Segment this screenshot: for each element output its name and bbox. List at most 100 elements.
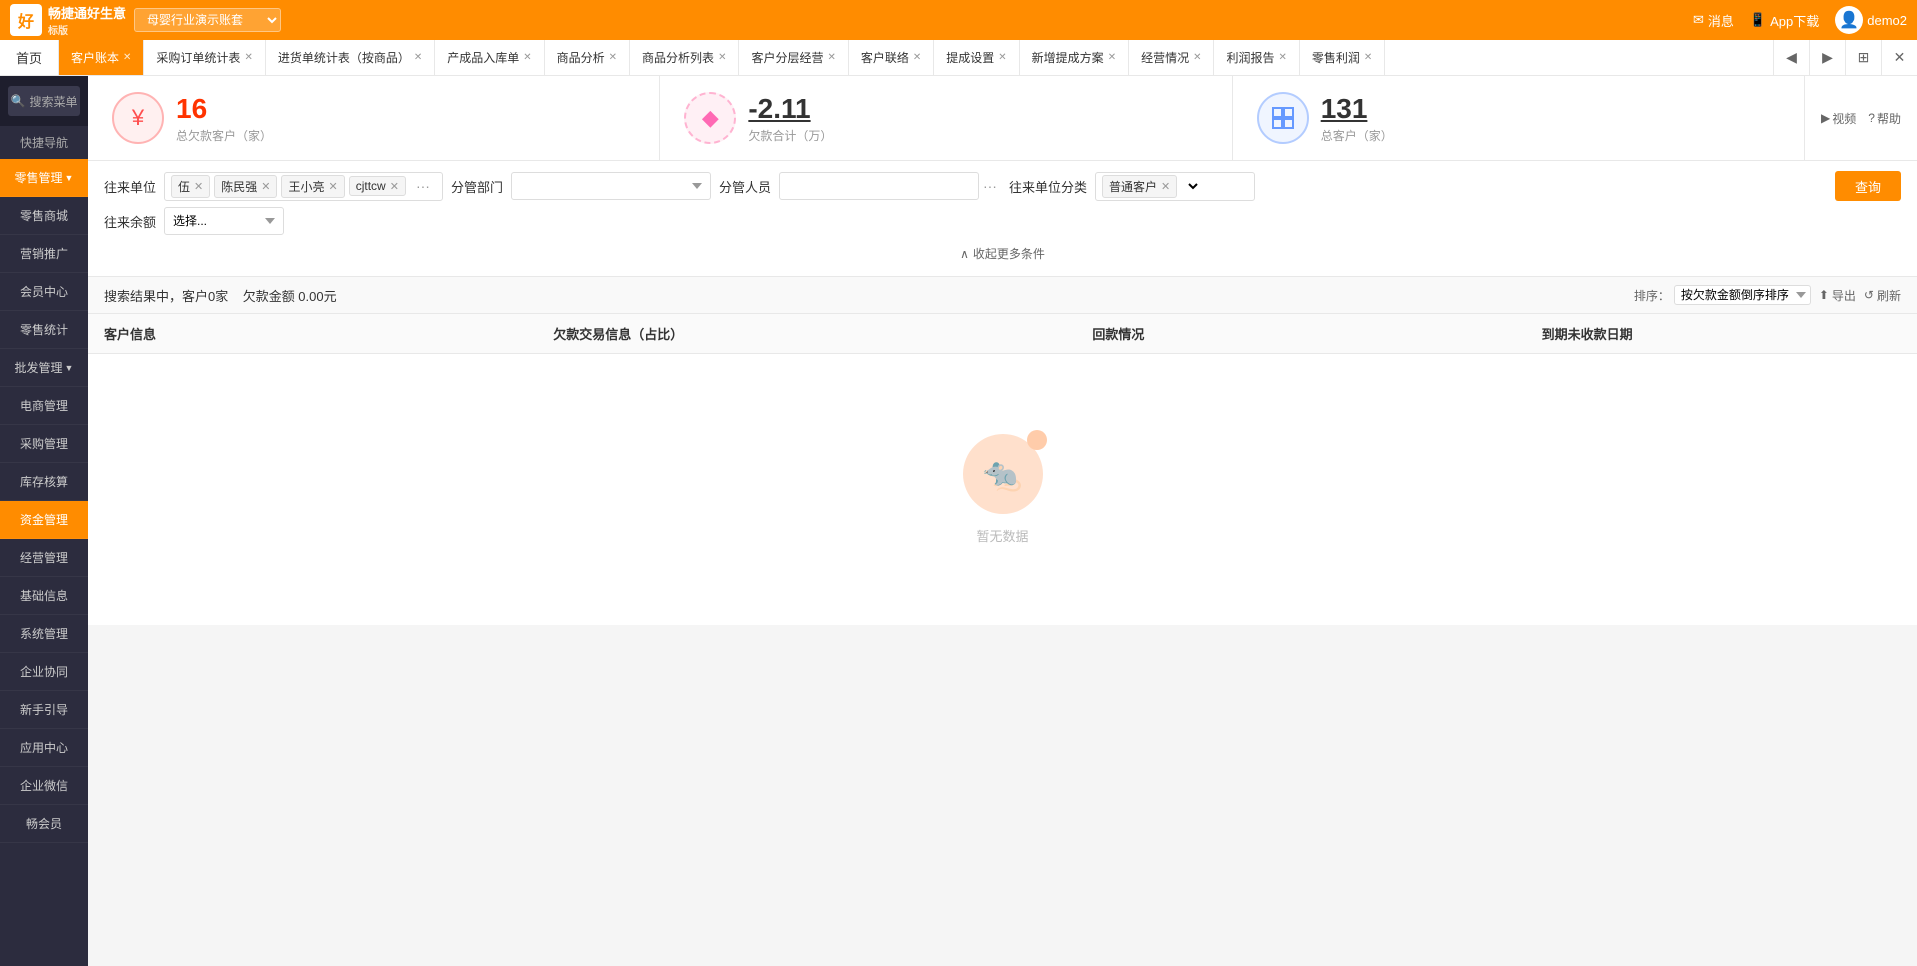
search-icon: 🔍 — [11, 94, 26, 108]
message-btn[interactable]: ✉ 消息 — [1693, 11, 1734, 30]
person-input[interactable] — [779, 172, 979, 200]
col-header-customer: 客户信息 — [104, 324, 553, 343]
remove-tag-wu[interactable]: ✕ — [194, 180, 203, 193]
top-bar: 好 畅捷通好生意 标版 母婴行业演示账套 ✉ 消息 📱 App下载 👤 demo… — [0, 0, 1917, 40]
tab-customer-contact[interactable]: 客户联络 ✕ — [849, 40, 934, 76]
filter-row-2: 往来余额 选择... — [104, 207, 1901, 235]
close-icon[interactable]: ✕ — [609, 52, 617, 63]
video-link[interactable]: ▶ 视频 — [1821, 110, 1856, 127]
tab-commission-settings[interactable]: 提成设置 ✕ — [934, 40, 1019, 76]
close-icon[interactable]: ✕ — [123, 52, 131, 63]
nav-close-all-btn[interactable]: ✕ — [1881, 40, 1917, 76]
sidebar-item-wholesale[interactable]: 批发管理 ▼ — [0, 349, 88, 387]
close-icon[interactable]: ✕ — [244, 52, 252, 63]
query-button[interactable]: 查询 — [1835, 171, 1901, 201]
unit-tags-input[interactable]: 伍 ✕ 陈民强 ✕ 王小亮 ✕ cjttcw ✕ ··· — [164, 172, 443, 201]
collapse-btn[interactable]: ∧ 收起更多条件 — [956, 241, 1049, 266]
category-label: 往来单位分类 — [1009, 177, 1087, 196]
stat-icon-2: ◆ — [684, 92, 736, 144]
quick-nav-btn[interactable]: 快捷导航 — [0, 126, 88, 159]
app-download-btn[interactable]: 📱 App下载 — [1750, 11, 1819, 30]
close-icon[interactable]: ✕ — [913, 52, 921, 63]
sidebar-item-wechat-enterprise[interactable]: 企业微信 — [0, 767, 88, 805]
sidebar-item-retail[interactable]: 零售管理 ▼ — [0, 159, 88, 197]
nav-prev-btn[interactable]: ◀ — [1773, 40, 1809, 76]
sidebar-search-area: 🔍 搜索菜单 — [0, 76, 88, 126]
person-dots-btn[interactable]: ··· — [979, 178, 1001, 194]
workspace-selector[interactable]: 母婴行业演示账套 — [134, 8, 281, 32]
stat-total-customers: 131 总客户（家） — [1233, 76, 1805, 160]
close-icon[interactable]: ✕ — [414, 52, 422, 63]
sidebar-item-system[interactable]: 系统管理 — [0, 615, 88, 653]
category-dropdown[interactable] — [1181, 179, 1201, 193]
sidebar-item-operations[interactable]: 经营管理 — [0, 539, 88, 577]
collapse-icon: ∧ — [960, 247, 969, 261]
nav-expand-btn[interactable]: ⊞ — [1845, 40, 1881, 76]
filter-area: 往来单位 伍 ✕ 陈民强 ✕ 王小亮 ✕ cjttcw — [88, 161, 1917, 277]
tab-product-analysis[interactable]: 商品分析 ✕ — [545, 40, 630, 76]
help-link[interactable]: ? 帮助 — [1868, 110, 1901, 127]
close-icon[interactable]: ✕ — [827, 52, 835, 63]
sidebar-item-app-center[interactable]: 应用中心 — [0, 729, 88, 767]
sidebar-item-member[interactable]: 会员中心 — [0, 273, 88, 311]
tab-product-analysis-list[interactable]: 商品分析列表 ✕ — [630, 40, 739, 76]
sidebar-item-marketing[interactable]: 营销推广 — [0, 235, 88, 273]
sidebar-item-retail-stats[interactable]: 零售统计 — [0, 311, 88, 349]
tab-purchase-stats[interactable]: 采购订单统计表 ✕ — [144, 40, 265, 76]
remove-tag-cjttcw[interactable]: ✕ — [390, 180, 399, 193]
nav-tabs: 首页 客户账本 ✕ 采购订单统计表 ✕ 进货单统计表（按商品） ✕ 产成品入库单… — [0, 40, 1917, 76]
close-icon[interactable]: ✕ — [1193, 52, 1201, 63]
balance-select[interactable]: 选择... — [164, 207, 284, 235]
sidebar-item-newbie[interactable]: 新手引导 — [0, 691, 88, 729]
dept-select[interactable] — [511, 172, 711, 200]
remove-tag-wang[interactable]: ✕ — [329, 180, 338, 193]
remove-tag-normal[interactable]: ✕ — [1161, 180, 1170, 193]
close-icon[interactable]: ✕ — [523, 52, 531, 63]
close-icon[interactable]: ✕ — [1108, 52, 1116, 63]
close-icon[interactable]: ✕ — [1279, 52, 1287, 63]
filter-tag-normal-customer: 普通客户 ✕ — [1102, 175, 1177, 198]
sidebar-item-inventory[interactable]: 库存核算 — [0, 463, 88, 501]
remove-tag-chen[interactable]: ✕ — [261, 180, 270, 193]
user-menu[interactable]: 👤 demo2 — [1835, 6, 1907, 34]
sidebar-item-ecommerce[interactable]: 电商管理 — [0, 387, 88, 425]
tab-product-inbound[interactable]: 产成品入库单 ✕ — [435, 40, 544, 76]
tab-home[interactable]: 首页 — [0, 40, 59, 76]
dept-select-wrap — [511, 172, 711, 200]
person-input-wrap: ··· — [779, 172, 1001, 200]
tab-profit-report[interactable]: 利润报告 ✕ — [1214, 40, 1299, 76]
stat-icon-1: ¥ — [112, 92, 164, 144]
sidebar-item-basic-info[interactable]: 基础信息 — [0, 577, 88, 615]
sidebar-item-purchase[interactable]: 采购管理 — [0, 425, 88, 463]
tab-retail-profit[interactable]: 零售利润 ✕ — [1300, 40, 1385, 76]
category-select-wrap[interactable]: 普通客户 ✕ — [1095, 172, 1255, 201]
refresh-btn[interactable]: ↺ 刷新 — [1864, 287, 1901, 304]
search-menu-btn[interactable]: 🔍 搜索菜单 — [8, 86, 80, 116]
sort-select[interactable]: 按欠款金额倒序排序 — [1674, 285, 1811, 305]
tab-add-commission[interactable]: 新增提成方案 ✕ — [1020, 40, 1129, 76]
stat-text-2: -2.11 欠款合计（万） — [748, 93, 1207, 144]
download-icon: 📱 — [1750, 12, 1766, 28]
export-btn[interactable]: ⬆ 导出 — [1819, 287, 1856, 304]
col-header-date: 到期未收款日期 — [1542, 324, 1901, 343]
sidebar-item-enterprise-collab[interactable]: 企业协同 — [0, 653, 88, 691]
sidebar-item-retail-mall[interactable]: 零售商城 — [0, 197, 88, 235]
table-wrap: 客户信息 欠款交易信息（占比） 回款情况 到期未收款日期 🐀 暂无数据 — [88, 314, 1917, 625]
close-icon[interactable]: ✕ — [1364, 52, 1372, 63]
empty-state: 🐀 暂无数据 — [88, 354, 1917, 625]
stat-total-debt-amount: ◆ -2.11 欠款合计（万） — [660, 76, 1232, 160]
nav-next-btn[interactable]: ▶ — [1809, 40, 1845, 76]
nav-controls: ◀ ▶ ⊞ ✕ — [1773, 40, 1917, 76]
tab-customer-layer[interactable]: 客户分层经营 ✕ — [739, 40, 848, 76]
sidebar-item-finance[interactable]: 资金管理 — [0, 501, 88, 539]
logo-icon: 好 — [10, 4, 42, 36]
close-icon[interactable]: ✕ — [718, 52, 726, 63]
sidebar-item-member-program[interactable]: 畅会员 — [0, 805, 88, 843]
result-actions: 排序： 按欠款金额倒序排序 ⬆ 导出 ↺ 刷新 — [1634, 285, 1901, 305]
close-icon[interactable]: ✕ — [998, 52, 1006, 63]
more-tags-btn[interactable]: ··· — [410, 176, 436, 196]
sidebar-item-label: 零售管理 ▼ — [4, 169, 84, 186]
tab-customer-ledger[interactable]: 客户账本 ✕ — [59, 40, 144, 76]
tab-inbound-stats[interactable]: 进货单统计表（按商品） ✕ — [266, 40, 435, 76]
tab-operations[interactable]: 经营情况 ✕ — [1129, 40, 1214, 76]
